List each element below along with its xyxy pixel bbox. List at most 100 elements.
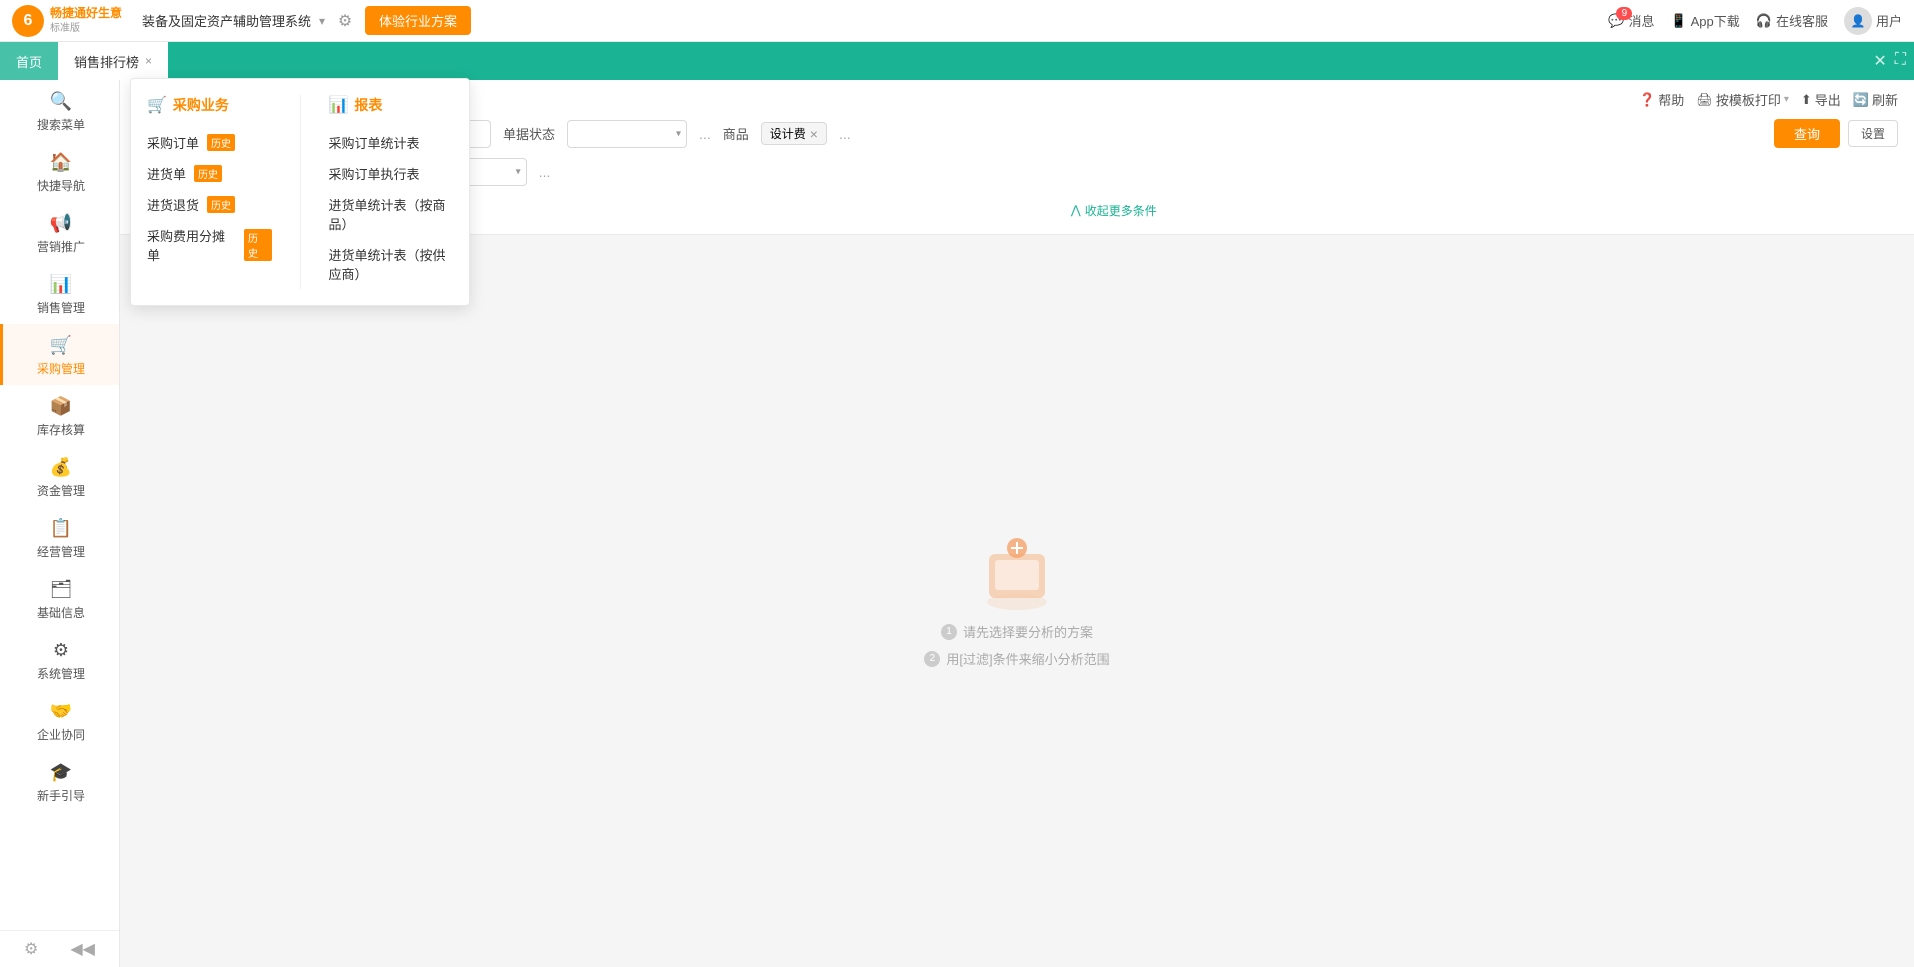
sidebar-item-guide[interactable]: 🎓 新手引导 [0,751,119,812]
online-service-item[interactable]: 🎧 在线客服 [1756,11,1828,30]
guide-icon: 🎓 [50,761,72,783]
sidebar-label-enterprise: 企业协同 [37,726,85,743]
notification-item[interactable]: 💬 9 消息 [1608,11,1654,30]
sidebar-item-search-menu[interactable]: 🔍 搜索菜单 [0,80,119,141]
purchase-order-history-badge: 历史 [207,134,235,151]
order-stat-label: 采购订单统计表 [329,133,420,152]
user-item[interactable]: 👤 用户 [1844,7,1902,35]
salesman-more[interactable]: ... [539,164,551,180]
doc-status-select[interactable] [567,120,687,148]
report-section-icon: 📊 [329,95,349,115]
system-dropdown-arrow[interactable]: ▾ [319,14,325,28]
refresh-icon: 🔄 [1853,92,1869,108]
collapse-filters-btn[interactable]: ⋀ 收起更多条件 [1071,198,1157,223]
purchase-section-title: 采购业务 [173,95,229,115]
industry-button[interactable]: 体验行业方案 [365,6,471,35]
marketing-icon: 📢 [50,212,72,234]
refresh-label: 刷新 [1872,90,1898,109]
report-section-header: 📊 报表 [329,95,454,115]
hint-text-2: 用[过滤]条件来缩小分析范围 [946,649,1109,668]
sidebar-item-basic-info[interactable]: 🗂 基础信息 [0,568,119,629]
sidebar-item-inventory[interactable]: 📦 库存核算 [0,385,119,446]
system-title: 装备及固定资产辅助管理系统 [142,11,311,30]
sidebar-label-system: 系统管理 [37,665,85,682]
collapse-up-icon: ⋀ [1071,203,1081,217]
sidebar-label-inventory: 库存核算 [37,421,85,438]
sidebar-item-quick-nav[interactable]: 🏠 快捷导航 [0,141,119,202]
dropdown-item-stock-stat-goods[interactable]: 进货单统计表（按商品） [329,189,454,239]
tab-expand-icon[interactable]: ⛶ [1895,51,1906,71]
tab-close-icon[interactable]: × [145,54,152,68]
sidebar-label-purchase: 采购管理 [37,360,85,377]
sidebar-item-operation[interactable]: 📋 经营管理 [0,507,119,568]
sidebar-label-search: 搜索菜单 [37,116,85,133]
goods-tag-value: 设计费 [770,125,806,142]
dropdown-item-purchase-fee[interactable]: 采购费用分摊单 历史 [147,220,272,270]
stock-in-label: 进货单 [147,164,186,183]
gear-button[interactable]: ⚙ [333,9,357,33]
app-download-item[interactable]: 📱 App下载 [1670,11,1739,30]
stock-stat-supplier-label: 进货单统计表（按供应商） [329,245,454,283]
purchase-icon: 🛒 [50,334,72,356]
export-label: 导出 [1815,90,1841,109]
tab-home[interactable]: 首页 [0,42,58,80]
notification-label: 消息 [1628,11,1654,30]
doc-status-more[interactable]: ... [699,126,711,142]
help-icon: ❓ [1639,92,1655,108]
dropdown-item-stock-stat-supplier[interactable]: 进货单统计表（按供应商） [329,239,454,289]
help-btn[interactable]: ❓ 帮助 [1639,90,1684,109]
tab-home-label: 首页 [16,52,42,71]
sidebar-collapse-icon[interactable]: ◀◀ [70,939,95,959]
query-button[interactable]: 查询 [1774,119,1840,148]
export-btn[interactable]: ⬆ 导出 [1801,90,1841,109]
stock-return-history-badge: 历史 [207,196,235,213]
toolbar-right: ❓ 帮助 🖨 按模板打印 ▾ ⬆ 导出 🔄 刷新 [1639,90,1898,109]
empty-illustration [967,534,1067,614]
dropdown-item-order-exec[interactable]: 采购订单执行表 [329,158,454,189]
dropdown-item-purchase-order[interactable]: 采购订单 历史 [147,127,272,158]
sidebar-item-enterprise[interactable]: 🤝 企业协同 [0,690,119,751]
empty-hint-1: 1 请先选择要分析的方案 [941,622,1093,641]
sidebar-settings-icon[interactable]: ⚙ [24,939,38,959]
sidebar-item-sales[interactable]: 📊 销售管理 [0,263,119,324]
dropdown-item-order-stat[interactable]: 采购订单统计表 [329,127,454,158]
purchase-dropdown-menu: 🛒 采购业务 采购订单 历史 进货单 历史 进货退货 历史 采购费用分摊单 历史 [130,78,470,306]
settings-button[interactable]: 设置 [1848,120,1898,147]
refresh-btn[interactable]: 🔄 刷新 [1853,90,1898,109]
stock-stat-goods-label: 进货单统计表（按商品） [329,195,454,233]
header-right: 💬 9 消息 📱 App下载 🎧 在线客服 👤 用户 [1608,7,1902,35]
collapse-label: 收起更多条件 [1085,202,1157,219]
report-section-title: 报表 [354,95,382,115]
hint-text-1: 请先选择要分析的方案 [963,622,1093,641]
doc-status-select-wrapper: ▾ [567,120,687,148]
sidebar-item-finance[interactable]: 💰 资金管理 [0,446,119,507]
system-icon: ⚙ [50,639,72,661]
finance-icon: 💰 [50,456,72,478]
dropdown-item-stock-in[interactable]: 进货单 历史 [147,158,272,189]
app-download-label: App下载 [1691,11,1740,30]
tab-sales-rank[interactable]: 销售排行榜 × [58,42,168,80]
header-middle: 装备及固定资产辅助管理系统 ▾ ⚙ 体验行业方案 [132,6,1608,35]
export-icon: ⬆ [1801,92,1812,108]
filter-actions: 查询 设置 [1774,119,1898,148]
sidebar-item-system[interactable]: ⚙ 系统管理 [0,629,119,690]
tab-sales-rank-label: 销售排行榜 [74,52,139,71]
home-icon: 🏠 [50,151,72,173]
empty-state: 1 请先选择要分析的方案 2 用[过滤]条件来缩小分析范围 [120,235,1914,967]
empty-hint-2: 2 用[过滤]条件来缩小分析范围 [924,649,1109,668]
print-btn[interactable]: 🖨 按模板打印 ▾ [1696,90,1789,109]
sidebar-label-guide: 新手引导 [37,787,85,804]
dropdown-item-stock-return[interactable]: 进货退货 历史 [147,189,272,220]
print-dropdown-icon[interactable]: ▾ [1784,94,1789,105]
tab-close-window-icon[interactable]: ✕ [1873,51,1886,71]
phone-icon: 📱 [1670,13,1686,29]
tab-actions: ✕ ⛶ [1873,51,1906,71]
search-icon: 🔍 [50,90,72,112]
goods-tag-remove[interactable]: × [810,126,818,142]
goods-more[interactable]: ... [839,126,851,142]
sidebar-item-purchase[interactable]: 🛒 采购管理 [0,324,119,385]
sales-icon: 📊 [50,273,72,295]
sidebar-item-marketing[interactable]: 📢 营销推广 [0,202,119,263]
inventory-icon: 📦 [50,395,72,417]
headset-icon: 🎧 [1756,13,1772,29]
